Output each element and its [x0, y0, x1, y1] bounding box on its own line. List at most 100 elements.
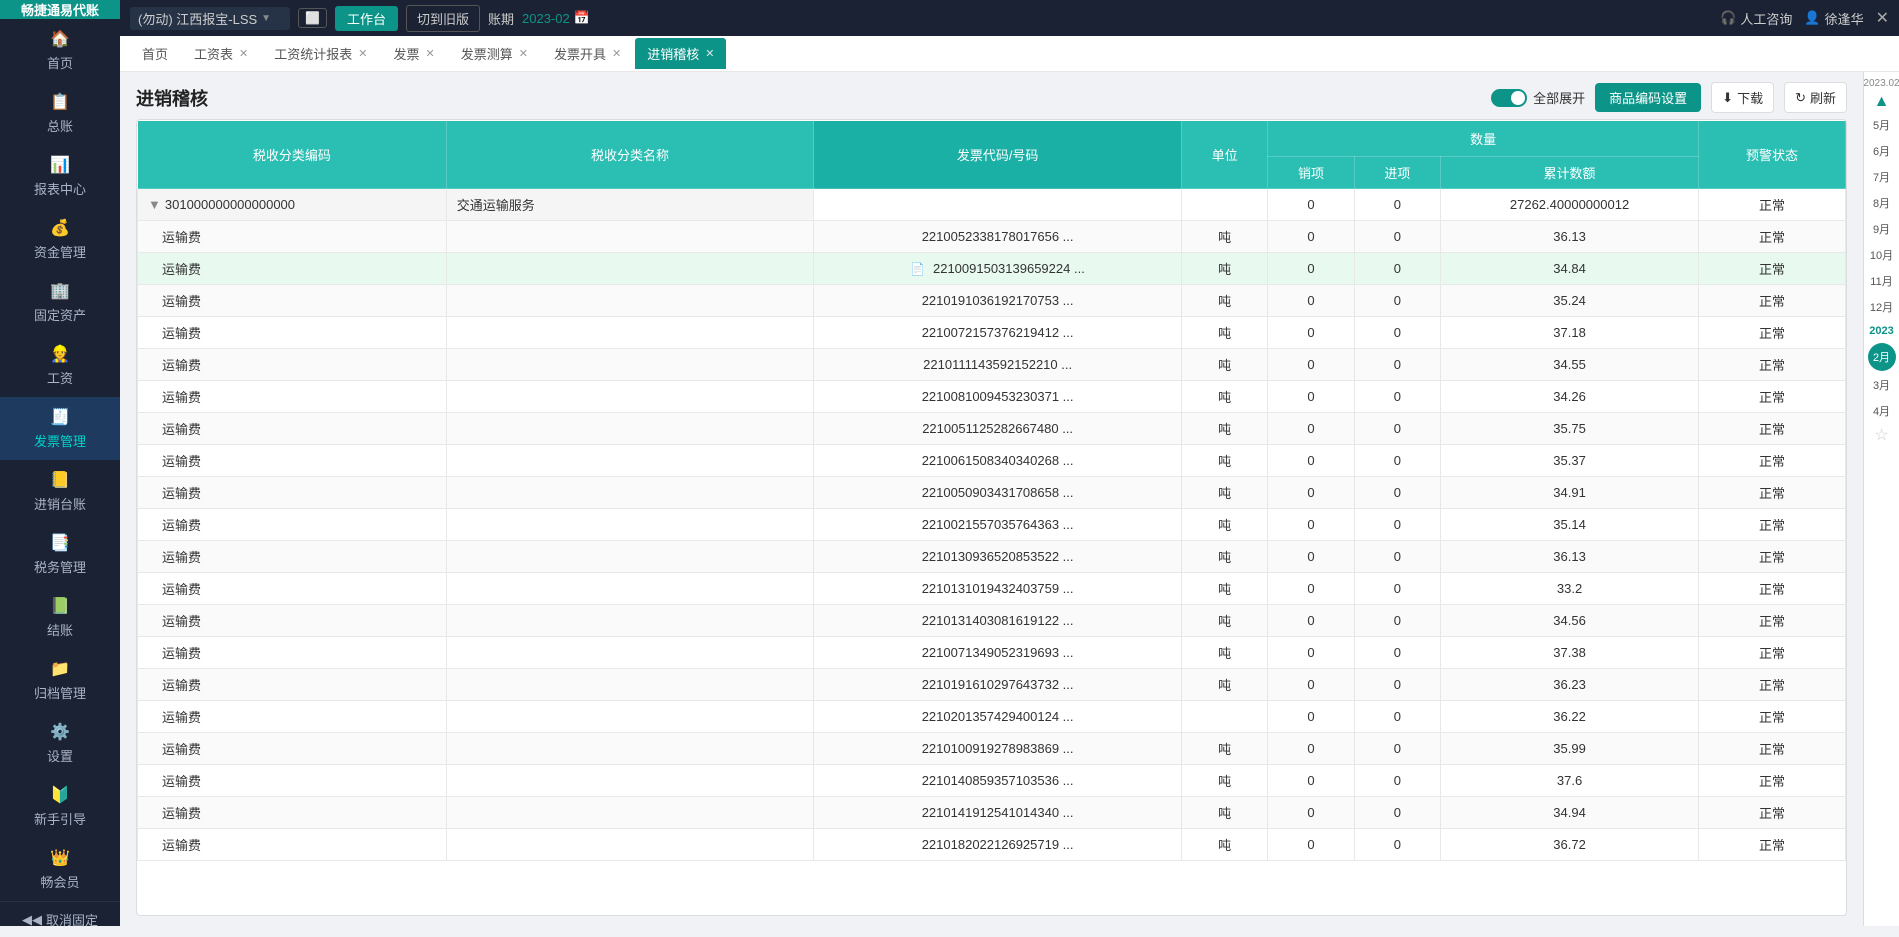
sidebar-item-settings[interactable]: ⚙️ 设置 — [0, 712, 120, 775]
sidebar-item-home[interactable]: 🏠 首页 — [0, 19, 120, 82]
month-dec[interactable]: 12月 — [1866, 295, 1898, 319]
table-row[interactable]: 运输费 2210052338178017656 ... 吨 0 0 36.13 … — [138, 221, 1846, 253]
row-cumulative: 35.14 — [1441, 509, 1699, 541]
table-row[interactable]: 运输费 2210111143592152210 ... 吨 0 0 34.55 … — [138, 349, 1846, 381]
month-apr[interactable]: 4月 — [1866, 399, 1898, 423]
tab-home[interactable]: 首页 — [130, 38, 180, 69]
row-invoice-code: 2210140859357103536 ... — [814, 765, 1182, 797]
row-tax-name — [446, 541, 814, 573]
month-mar[interactable]: 3月 — [1866, 373, 1898, 397]
tab-invoice-calc[interactable]: 发票测算 ✕ — [449, 38, 540, 69]
sidebar-item-purchase-ledger[interactable]: 📒 进销台账 — [0, 460, 120, 523]
sidebar-item-member[interactable]: 👑 畅会员 — [0, 838, 120, 901]
tab-payroll-table[interactable]: 工资表 ✕ — [182, 38, 260, 69]
month-sep[interactable]: 9月 — [1866, 217, 1898, 241]
col-cumulative: 累计数额 — [1441, 157, 1699, 189]
table-row[interactable]: 运输费 2210050903431708658 ... 吨 0 0 34.91 … — [138, 477, 1846, 509]
tab-invoice-issue[interactable]: 发票开具 ✕ — [542, 38, 633, 69]
support-link[interactable]: 🎧 人工咨询 — [1720, 9, 1792, 28]
row-tax-name — [446, 477, 814, 509]
row-item-name: 运输费 — [138, 573, 447, 605]
table-row[interactable]: 运输费 2210072157376219412 ... 吨 0 0 37.18 … — [138, 317, 1846, 349]
table-row[interactable]: 运输费 2210201357429400124 ... 0 0 36.22 正常 — [138, 701, 1846, 733]
sidebar-item-ledger[interactable]: 📋 总账 — [0, 82, 120, 145]
table-row[interactable]: 运输费 2210131019432403759 ... 吨 0 0 33.2 正… — [138, 573, 1846, 605]
month-nov[interactable]: 11月 — [1866, 269, 1898, 293]
refresh-button[interactable]: ↻ 刷新 — [1784, 82, 1847, 113]
row-unit: 吨 — [1181, 573, 1267, 605]
tab-close-icon[interactable]: ✕ — [239, 47, 248, 60]
table-row[interactable]: 运输费 2210100919278983869 ... 吨 0 0 35.99 … — [138, 733, 1846, 765]
row-invoice-code: 2210052338178017656 ... — [814, 221, 1182, 253]
table-row[interactable]: 运输费 2210021557035764363 ... 吨 0 0 35.14 … — [138, 509, 1846, 541]
tab-close-icon[interactable]: ✕ — [426, 47, 435, 60]
table-row[interactable]: 运输费 2210140859357103536 ... 吨 0 0 37.6 正… — [138, 765, 1846, 797]
table-row[interactable]: 运输费 2210071349052319693 ... 吨 0 0 37.38 … — [138, 637, 1846, 669]
row-invoice-code: 2210100919278983869 ... — [814, 733, 1182, 765]
table-row[interactable]: 运输费 2210182022126925719 ... 吨 0 0 36.72 … — [138, 829, 1846, 861]
sidebar-item-archive[interactable]: 📁 归档管理 — [0, 649, 120, 712]
table-row[interactable]: 运输费 2210131403081619122 ... 吨 0 0 34.56 … — [138, 605, 1846, 637]
row-sales: 0 — [1268, 573, 1354, 605]
copy-button[interactable]: ⬜ — [298, 8, 327, 28]
tab-close-icon[interactable]: ✕ — [519, 47, 528, 60]
expand-toggle-wrap: 全部展开 — [1491, 88, 1585, 107]
table-row[interactable]: 运输费 2210191610297643732 ... 吨 0 0 36.23 … — [138, 669, 1846, 701]
row-purchase: 0 — [1354, 445, 1440, 477]
expand-toggle[interactable] — [1491, 89, 1527, 107]
table-row[interactable]: 运输费 2210061508340340268 ... 吨 0 0 35.37 … — [138, 445, 1846, 477]
back-old-button[interactable]: 切到旧版 — [406, 5, 480, 32]
sidebar-item-close[interactable]: 📗 结账 — [0, 586, 120, 649]
month-feb-active[interactable]: 2月 — [1868, 343, 1896, 371]
month-jul[interactable]: 7月 — [1866, 165, 1898, 189]
download-button[interactable]: ⬇ 下载 — [1711, 82, 1774, 113]
month-aug[interactable]: 8月 — [1866, 191, 1898, 215]
sidebar-item-guide[interactable]: 🔰 新手引导 — [0, 775, 120, 838]
row-cumulative: 36.13 — [1441, 221, 1699, 253]
table-row[interactable]: 运输费 2210081009453230371 ... 吨 0 0 34.26 … — [138, 381, 1846, 413]
tab-close-icon[interactable]: ✕ — [358, 47, 367, 60]
assets-icon: 🏢 — [50, 281, 70, 301]
row-tax-name — [446, 701, 814, 733]
month-may[interactable]: 5月 — [1866, 113, 1898, 137]
row-sales: 0 — [1268, 509, 1354, 541]
table-row[interactable]: ▼301000000000000000 交通运输服务 0 0 27262.400… — [138, 189, 1846, 221]
user-menu[interactable]: 👤 徐逢华 — [1804, 9, 1863, 28]
row-cumulative: 37.6 — [1441, 765, 1699, 797]
table-row[interactable]: 运输费 2210141912541014340 ... 吨 0 0 34.94 … — [138, 797, 1846, 829]
row-status: 正常 — [1698, 221, 1845, 253]
calendar-icon[interactable]: 📅 — [574, 10, 590, 26]
scroll-up-icon[interactable]: ▲ — [1874, 93, 1890, 111]
workspace-button[interactable]: 工作台 — [335, 6, 398, 31]
sidebar-pin-button[interactable]: ◀◀ 取消固定 — [0, 902, 120, 937]
company-selector[interactable]: (勿动) 江西报宝-LSS ▼ — [130, 7, 290, 30]
row-item-name: 运输费 — [138, 669, 447, 701]
sidebar-item-payroll[interactable]: 👷 工资 — [0, 334, 120, 397]
table-row[interactable]: 运输费 📄 2210091503139659224 ... 吨 0 0 34.8… — [138, 253, 1846, 285]
tab-invoice[interactable]: 发票 ✕ — [381, 38, 446, 69]
commodity-code-settings-button[interactable]: 商品编码设置 — [1595, 83, 1701, 112]
month-jun[interactable]: 6月 — [1866, 139, 1898, 163]
row-item-name: 运输费 — [138, 765, 447, 797]
favorite-icon[interactable]: ☆ — [1874, 425, 1888, 445]
sidebar-item-invoice[interactable]: 🧾 发票管理 — [0, 397, 120, 460]
tab-close-icon[interactable]: ✕ — [705, 47, 714, 60]
tab-close-icon[interactable]: ✕ — [612, 47, 621, 60]
table-row[interactable]: 运输费 2210051125282667480 ... 吨 0 0 35.75 … — [138, 413, 1846, 445]
pin-icon: ◀◀ — [22, 912, 42, 928]
sidebar-item-reports[interactable]: 📊 报表中心 — [0, 145, 120, 208]
sidebar-item-tax[interactable]: 📑 税务管理 — [0, 523, 120, 586]
month-oct[interactable]: 10月 — [1866, 243, 1898, 267]
tab-sales-check[interactable]: 进销稽核 ✕ — [635, 38, 726, 69]
tab-payroll-stats[interactable]: 工资统计报表 ✕ — [262, 38, 379, 69]
row-status: 正常 — [1698, 349, 1845, 381]
table-row[interactable]: 运输费 2210130936520853522 ... 吨 0 0 36.13 … — [138, 541, 1846, 573]
table-row[interactable]: 运输费 2210191036192170753 ... 吨 0 0 35.24 … — [138, 285, 1846, 317]
sidebar-item-assets[interactable]: 🏢 固定资产 — [0, 271, 120, 334]
sidebar-item-funds[interactable]: 💰 资金管理 — [0, 208, 120, 271]
row-purchase: 0 — [1354, 413, 1440, 445]
topbar-close-button[interactable]: ✕ — [1876, 8, 1889, 28]
row-item-name: 运输费 — [138, 829, 447, 861]
row-sales: 0 — [1268, 477, 1354, 509]
row-tax-name — [446, 669, 814, 701]
